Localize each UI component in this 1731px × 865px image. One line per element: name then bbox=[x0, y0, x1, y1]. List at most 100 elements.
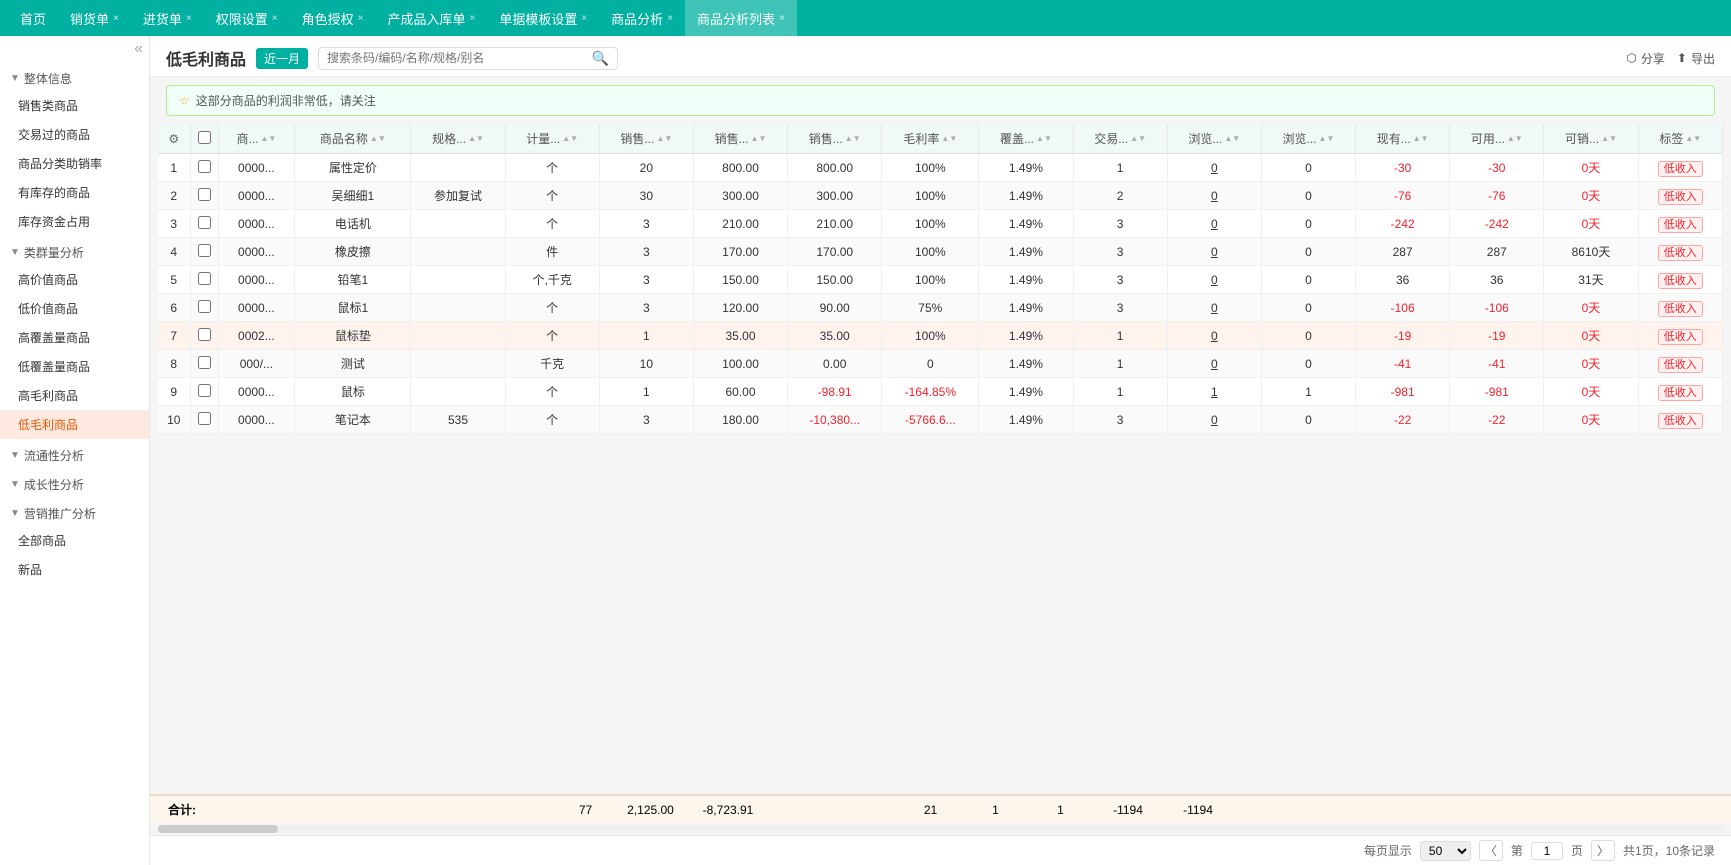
nav-close-icon[interactable]: × bbox=[581, 13, 587, 24]
nav-item-进货单[interactable]: 进货单× bbox=[131, 0, 204, 36]
sidebar-item-库存资金占用[interactable]: 库存资金占用 bbox=[0, 207, 149, 236]
browse1-link[interactable]: 0 bbox=[1211, 189, 1218, 203]
col-sales-count[interactable]: 销售...▲▼ bbox=[599, 124, 693, 154]
browse1-link[interactable]: 0 bbox=[1211, 357, 1218, 371]
sidebar-group-类群量分析[interactable]: ▼类群量分析 bbox=[0, 236, 149, 265]
nav-close-icon[interactable]: × bbox=[358, 13, 364, 24]
date-filter-tag[interactable]: 近一月 bbox=[256, 48, 308, 69]
nav-item-单据模板设置[interactable]: 单据模板设置× bbox=[487, 0, 599, 36]
cell-checkbox[interactable] bbox=[190, 350, 218, 378]
nav-item-商品分析列表[interactable]: 商品分析列表× bbox=[685, 0, 797, 36]
search-box[interactable]: 🔍 bbox=[318, 47, 618, 70]
col-sales-profit[interactable]: 销售...▲▼ bbox=[788, 124, 882, 154]
sidebar-item-高毛利商品[interactable]: 高毛利商品 bbox=[0, 381, 149, 410]
col-checkbox[interactable] bbox=[190, 124, 218, 154]
cell-checkbox[interactable] bbox=[190, 266, 218, 294]
cell-browse1[interactable]: 0 bbox=[1167, 294, 1261, 322]
horizontal-scrollbar[interactable] bbox=[158, 825, 1723, 833]
browse1-link[interactable]: 0 bbox=[1211, 217, 1218, 231]
col-trade-count[interactable]: 交易...▲▼ bbox=[1073, 124, 1167, 154]
nav-item-销货单[interactable]: 销货单× bbox=[58, 0, 131, 36]
browse1-link[interactable]: 1 bbox=[1211, 385, 1218, 399]
sidebar-item-有库存的商品[interactable]: 有库存的商品 bbox=[0, 178, 149, 207]
per-page-select[interactable]: 50 100 bbox=[1420, 841, 1471, 861]
data-table-wrapper[interactable]: ⚙ 商...▲▼ 商品名称▲▼ 规格...▲▼ 计量...▲▼ 销售...▲▼ … bbox=[158, 124, 1723, 794]
cell-browse1[interactable]: 0 bbox=[1167, 406, 1261, 434]
nav-close-icon[interactable]: × bbox=[186, 13, 192, 24]
row-checkbox[interactable] bbox=[198, 356, 211, 369]
col-browse2[interactable]: 浏览...▲▼ bbox=[1261, 124, 1355, 154]
col-browse1[interactable]: 浏览...▲▼ bbox=[1167, 124, 1261, 154]
nav-close-icon[interactable]: × bbox=[667, 13, 673, 24]
browse1-link[interactable]: 0 bbox=[1211, 161, 1218, 175]
sidebar-group-成长性分析[interactable]: ▼成长性分析 bbox=[0, 468, 149, 497]
sidebar-collapse-btn[interactable]: « bbox=[134, 40, 143, 58]
nav-close-icon[interactable]: × bbox=[113, 13, 119, 24]
col-spec[interactable]: 规格...▲▼ bbox=[411, 124, 505, 154]
browse1-link[interactable]: 0 bbox=[1211, 413, 1218, 427]
col-sales-price[interactable]: 销售...▲▼ bbox=[693, 124, 787, 154]
nav-item-权限设置[interactable]: 权限设置× bbox=[204, 0, 290, 36]
col-tag[interactable]: 标签▲▼ bbox=[1638, 124, 1722, 154]
browse1-link[interactable]: 0 bbox=[1211, 329, 1218, 343]
sidebar-item-商品分类助销率[interactable]: 商品分类助销率 bbox=[0, 149, 149, 178]
sidebar-item-高价值商品[interactable]: 高价值商品 bbox=[0, 265, 149, 294]
search-input[interactable] bbox=[327, 51, 592, 65]
row-checkbox[interactable] bbox=[198, 412, 211, 425]
col-saleable[interactable]: 可销...▲▼ bbox=[1544, 124, 1638, 154]
row-checkbox[interactable] bbox=[198, 244, 211, 257]
sidebar-item-新品[interactable]: 新品 bbox=[0, 555, 149, 584]
row-checkbox[interactable] bbox=[198, 328, 211, 341]
sidebar-item-低价值商品[interactable]: 低价值商品 bbox=[0, 294, 149, 323]
sidebar-item-交易过的商品[interactable]: 交易过的商品 bbox=[0, 120, 149, 149]
nav-item-首页[interactable]: 首页 bbox=[8, 0, 58, 36]
sidebar-item-销售类商品[interactable]: 销售类商品 bbox=[0, 91, 149, 120]
settings-icon[interactable]: ⚙ bbox=[168, 132, 179, 146]
cell-checkbox[interactable] bbox=[190, 322, 218, 350]
sidebar-item-高覆盖量商品[interactable]: 高覆盖量商品 bbox=[0, 323, 149, 352]
cell-checkbox[interactable] bbox=[190, 294, 218, 322]
row-checkbox[interactable] bbox=[198, 384, 211, 397]
select-all-checkbox[interactable] bbox=[198, 131, 211, 144]
col-cover-rate[interactable]: 覆盖...▲▼ bbox=[979, 124, 1073, 154]
col-code[interactable]: 商...▲▼ bbox=[218, 124, 295, 154]
col-unit[interactable]: 计量...▲▼ bbox=[505, 124, 599, 154]
nav-close-icon[interactable]: × bbox=[272, 13, 278, 24]
cell-checkbox[interactable] bbox=[190, 154, 218, 182]
nav-item-角色授权[interactable]: 角色授权× bbox=[290, 0, 376, 36]
col-available[interactable]: 可用...▲▼ bbox=[1450, 124, 1544, 154]
cell-browse1[interactable]: 0 bbox=[1167, 350, 1261, 378]
cell-browse1[interactable]: 0 bbox=[1167, 154, 1261, 182]
row-checkbox[interactable] bbox=[198, 188, 211, 201]
row-checkbox[interactable] bbox=[198, 272, 211, 285]
nav-item-商品分析[interactable]: 商品分析× bbox=[599, 0, 685, 36]
cell-checkbox[interactable] bbox=[190, 406, 218, 434]
page-input[interactable] bbox=[1531, 842, 1563, 860]
cell-checkbox[interactable] bbox=[190, 182, 218, 210]
next-page-button[interactable]: 〉 bbox=[1591, 840, 1615, 861]
sidebar-item-低覆盖量商品[interactable]: 低覆盖量商品 bbox=[0, 352, 149, 381]
cell-browse1[interactable]: 0 bbox=[1167, 210, 1261, 238]
col-current-stock[interactable]: 现有...▲▼ bbox=[1356, 124, 1450, 154]
sidebar-item-全部商品[interactable]: 全部商品 bbox=[0, 526, 149, 555]
cell-browse1[interactable]: 0 bbox=[1167, 182, 1261, 210]
export-button[interactable]: ⬆ 导出 bbox=[1677, 50, 1715, 67]
col-gross-rate[interactable]: 毛利率▲▼ bbox=[882, 124, 979, 154]
sidebar-group-流通性分析[interactable]: ▼流通性分析 bbox=[0, 439, 149, 468]
sidebar-item-低毛利商品[interactable]: 低毛利商品 bbox=[0, 410, 149, 439]
browse1-link[interactable]: 0 bbox=[1211, 245, 1218, 259]
sidebar-group-营销推广分析[interactable]: ▼营销推广分析 bbox=[0, 497, 149, 526]
nav-close-icon[interactable]: × bbox=[469, 13, 475, 24]
sidebar-group-整体信息[interactable]: ▼整体信息 bbox=[0, 62, 149, 91]
scrollbar-thumb[interactable] bbox=[158, 825, 278, 833]
cell-browse1[interactable]: 0 bbox=[1167, 238, 1261, 266]
nav-close-icon[interactable]: × bbox=[779, 13, 785, 24]
col-name[interactable]: 商品名称▲▼ bbox=[295, 124, 411, 154]
cell-browse1[interactable]: 0 bbox=[1167, 266, 1261, 294]
cell-checkbox[interactable] bbox=[190, 238, 218, 266]
share-button[interactable]: ⬡ 分享 bbox=[1626, 50, 1665, 67]
browse1-link[interactable]: 0 bbox=[1211, 273, 1218, 287]
row-checkbox[interactable] bbox=[198, 160, 211, 173]
col-settings[interactable]: ⚙ bbox=[158, 124, 190, 154]
cell-browse1[interactable]: 1 bbox=[1167, 378, 1261, 406]
